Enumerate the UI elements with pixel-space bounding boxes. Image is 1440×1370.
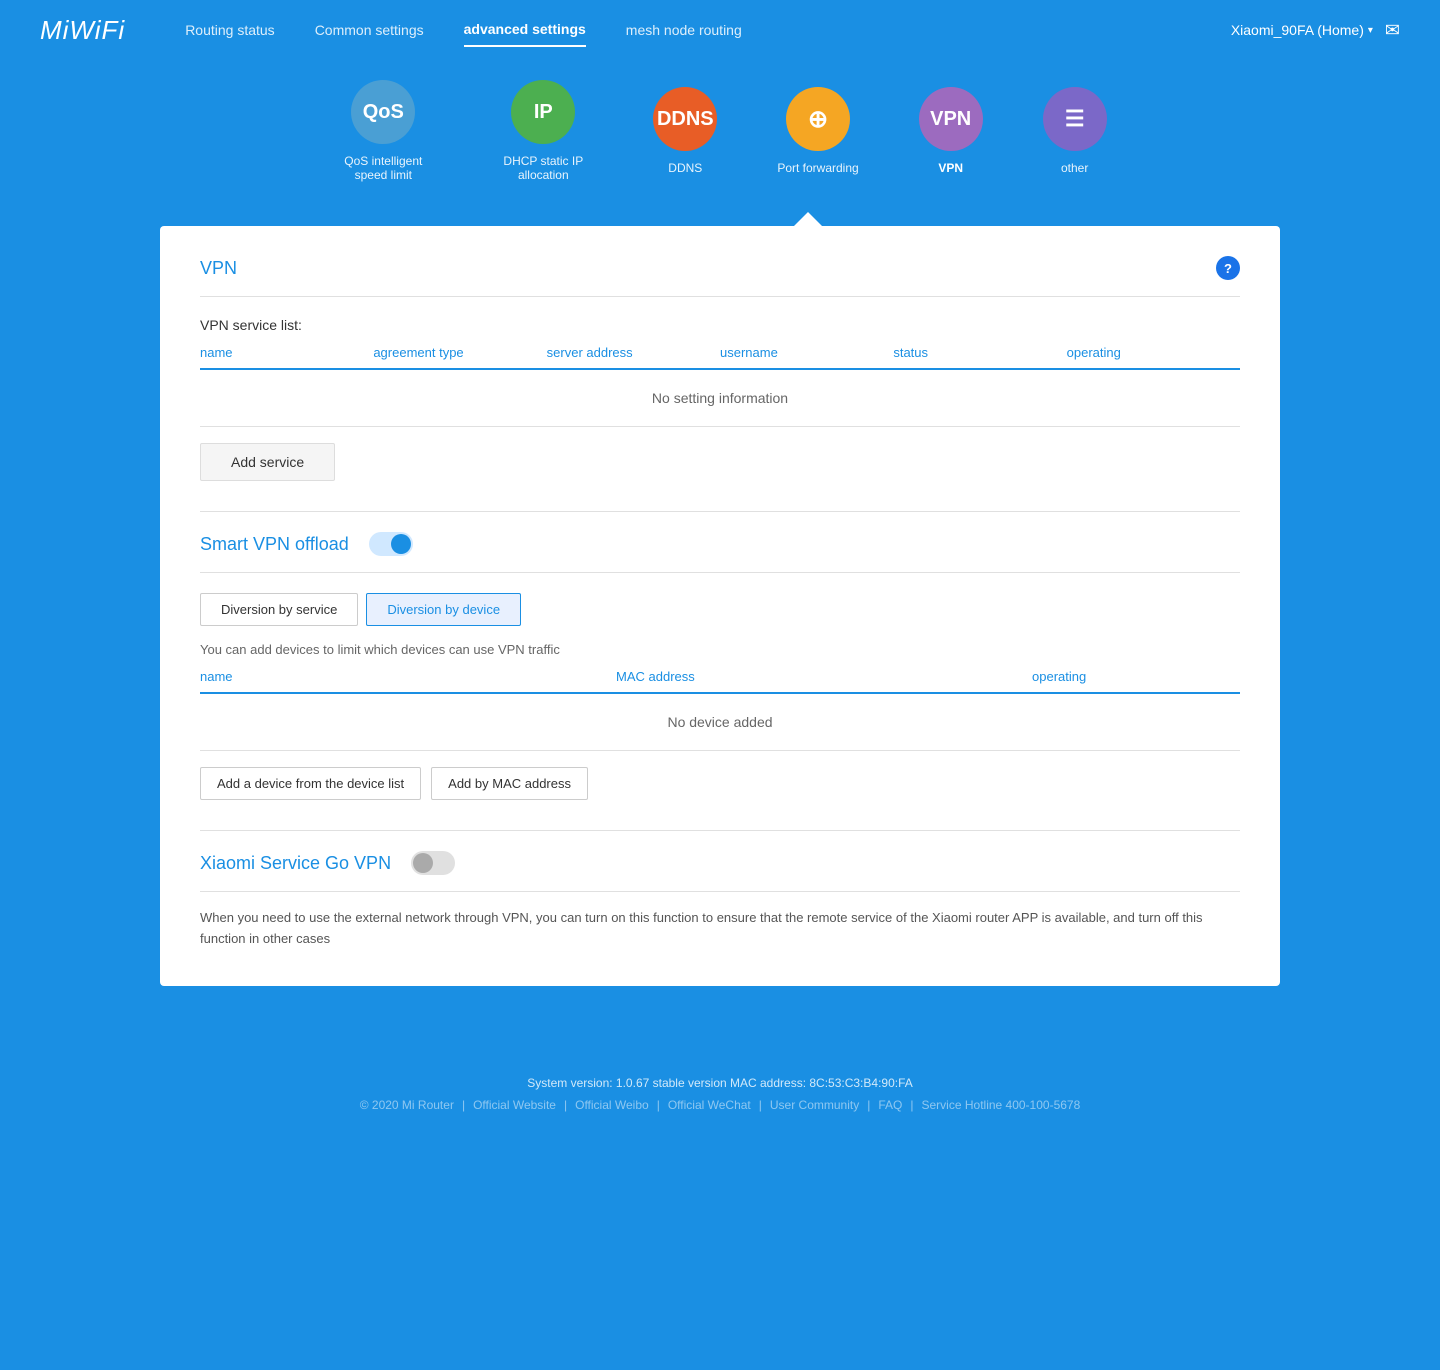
device-empty-message: No device added — [200, 694, 1240, 751]
add-service-button[interactable]: Add service — [200, 443, 335, 481]
footer-sep-4: | — [759, 1098, 762, 1112]
ddns-icon-circle: DDNS — [653, 87, 717, 151]
footer-sep-6: | — [910, 1098, 913, 1112]
add-mac-button[interactable]: Add by MAC address — [431, 767, 588, 800]
diversion-tabs: Diversion by service Diversion by device — [200, 593, 1240, 626]
ip-icon-text: IP — [534, 101, 553, 124]
qos-label: QoS intelligent speed limit — [333, 154, 433, 182]
vpn-icon-text: VPN — [930, 108, 971, 131]
logo: MiWiFi — [40, 15, 125, 46]
col-agreement: agreement type — [373, 345, 546, 360]
header: MiWiFi Routing status Common settings ad… — [0, 0, 1440, 60]
port-icon-text: ⊕ — [808, 105, 828, 134]
xiaomi-toggle-track — [411, 851, 455, 875]
device-buttons: Add a device from the device list Add by… — [200, 767, 1240, 800]
nav-routing-status[interactable]: Routing status — [185, 14, 275, 46]
chevron-down-icon: ▾ — [1368, 25, 1373, 36]
footer-official-website[interactable]: Official Website — [473, 1098, 556, 1112]
main-content: VPN ? VPN service list: name agreement t… — [160, 226, 1280, 986]
icons-row: QoS QoS intelligent speed limit IP DHCP … — [0, 60, 1440, 212]
ddns-icon-text: DDNS — [657, 108, 714, 131]
xiaomi-service-toggle[interactable] — [411, 851, 455, 875]
xiaomi-service-title: Xiaomi Service Go VPN — [200, 853, 391, 874]
footer-official-weibo[interactable]: Official Weibo — [575, 1098, 649, 1112]
qos-icon-text: QoS — [363, 101, 404, 124]
other-label: other — [1061, 161, 1088, 175]
icon-port-forwarding[interactable]: ⊕ Port forwarding — [777, 87, 858, 175]
help-icon[interactable]: ? — [1216, 256, 1240, 280]
device-col-name: name — [200, 669, 616, 684]
toggle-thumb — [391, 534, 411, 554]
main-nav: Routing status Common settings advanced … — [185, 13, 1231, 47]
footer-official-wechat[interactable]: Official WeChat — [668, 1098, 751, 1112]
footer-links: © 2020 Mi Router | Official Website | Of… — [20, 1098, 1420, 1112]
icon-qos[interactable]: QoS QoS intelligent speed limit — [333, 80, 433, 182]
tab-diversion-by-device[interactable]: Diversion by device — [366, 593, 521, 626]
nav-mesh-node[interactable]: mesh node routing — [626, 14, 742, 46]
ddns-label: DDNS — [668, 161, 702, 175]
device-col-mac: MAC address — [616, 669, 1032, 684]
add-device-list-button[interactable]: Add a device from the device list — [200, 767, 421, 800]
icon-vpn[interactable]: VPN VPN — [919, 87, 983, 175]
username-dropdown[interactable]: Xiaomi_90FA (Home) ▾ — [1231, 22, 1373, 38]
footer-system-info: System version: 1.0.67 stable version MA… — [20, 1076, 1420, 1090]
port-icon-circle: ⊕ — [786, 87, 850, 151]
mail-icon[interactable]: ✉ — [1385, 20, 1400, 41]
tab-diversion-by-service[interactable]: Diversion by service — [200, 593, 358, 626]
other-icon-text: ☰ — [1065, 106, 1085, 132]
icon-ip[interactable]: IP DHCP static IP allocation — [493, 80, 593, 182]
xiaomi-toggle-thumb — [413, 853, 433, 873]
vpn-selected-arrow — [794, 212, 822, 226]
device-table-header: name MAC address operating — [200, 669, 1240, 694]
vpn-section-header: VPN ? — [200, 256, 1240, 297]
footer-sep-5: | — [867, 1098, 870, 1112]
qos-icon-circle: QoS — [351, 80, 415, 144]
smart-vpn-title: Smart VPN offload — [200, 534, 349, 555]
col-operating: operating — [1067, 345, 1240, 360]
vpn-section-title: VPN — [200, 258, 237, 279]
ip-label: DHCP static IP allocation — [493, 154, 593, 182]
col-server: server address — [547, 345, 720, 360]
footer-sep-3: | — [657, 1098, 660, 1112]
footer: System version: 1.0.67 stable version MA… — [0, 1056, 1440, 1132]
smart-vpn-section: Smart VPN offload Diversion by service D… — [200, 511, 1240, 800]
ip-icon-circle: IP — [511, 80, 575, 144]
nav-right: Xiaomi_90FA (Home) ▾ ✉ — [1231, 20, 1400, 41]
footer-copyright: © 2020 Mi Router — [360, 1098, 454, 1112]
xiaomi-service-section: Xiaomi Service Go VPN When you need to u… — [200, 830, 1240, 950]
other-icon-circle: ☰ — [1043, 87, 1107, 151]
footer-hotline[interactable]: Service Hotline 400-100-5678 — [922, 1098, 1081, 1112]
toggle-track — [369, 532, 413, 556]
smart-vpn-header: Smart VPN offload — [200, 532, 1240, 573]
username-label: Xiaomi_90FA (Home) — [1231, 22, 1364, 38]
device-hint: You can add devices to limit which devic… — [200, 642, 1240, 657]
device-col-operating: operating — [1032, 669, 1240, 684]
icon-ddns[interactable]: DDNS DDNS — [653, 87, 717, 175]
nav-advanced-settings[interactable]: advanced settings — [464, 13, 586, 47]
vpn-empty-message: No setting information — [200, 370, 1240, 427]
col-name: name — [200, 345, 373, 360]
smart-vpn-toggle[interactable] — [369, 532, 413, 556]
footer-faq[interactable]: FAQ — [878, 1098, 902, 1112]
col-username: username — [720, 345, 893, 360]
footer-sep-2: | — [564, 1098, 567, 1112]
col-status: status — [893, 345, 1066, 360]
vpn-service-table: name agreement type server address usern… — [200, 345, 1240, 427]
icon-other[interactable]: ☰ other — [1043, 87, 1107, 175]
vpn-table-header: name agreement type server address usern… — [200, 345, 1240, 370]
xiaomi-service-header: Xiaomi Service Go VPN — [200, 851, 1240, 892]
xiaomi-service-description: When you need to use the external networ… — [200, 908, 1240, 950]
vpn-service-list-label: VPN service list: — [200, 317, 1240, 333]
footer-user-community[interactable]: User Community — [770, 1098, 859, 1112]
nav-common-settings[interactable]: Common settings — [315, 14, 424, 46]
footer-sep-1: | — [462, 1098, 465, 1112]
vpn-label: VPN — [938, 161, 963, 175]
vpn-icon-circle: VPN — [919, 87, 983, 151]
port-label: Port forwarding — [777, 161, 858, 175]
